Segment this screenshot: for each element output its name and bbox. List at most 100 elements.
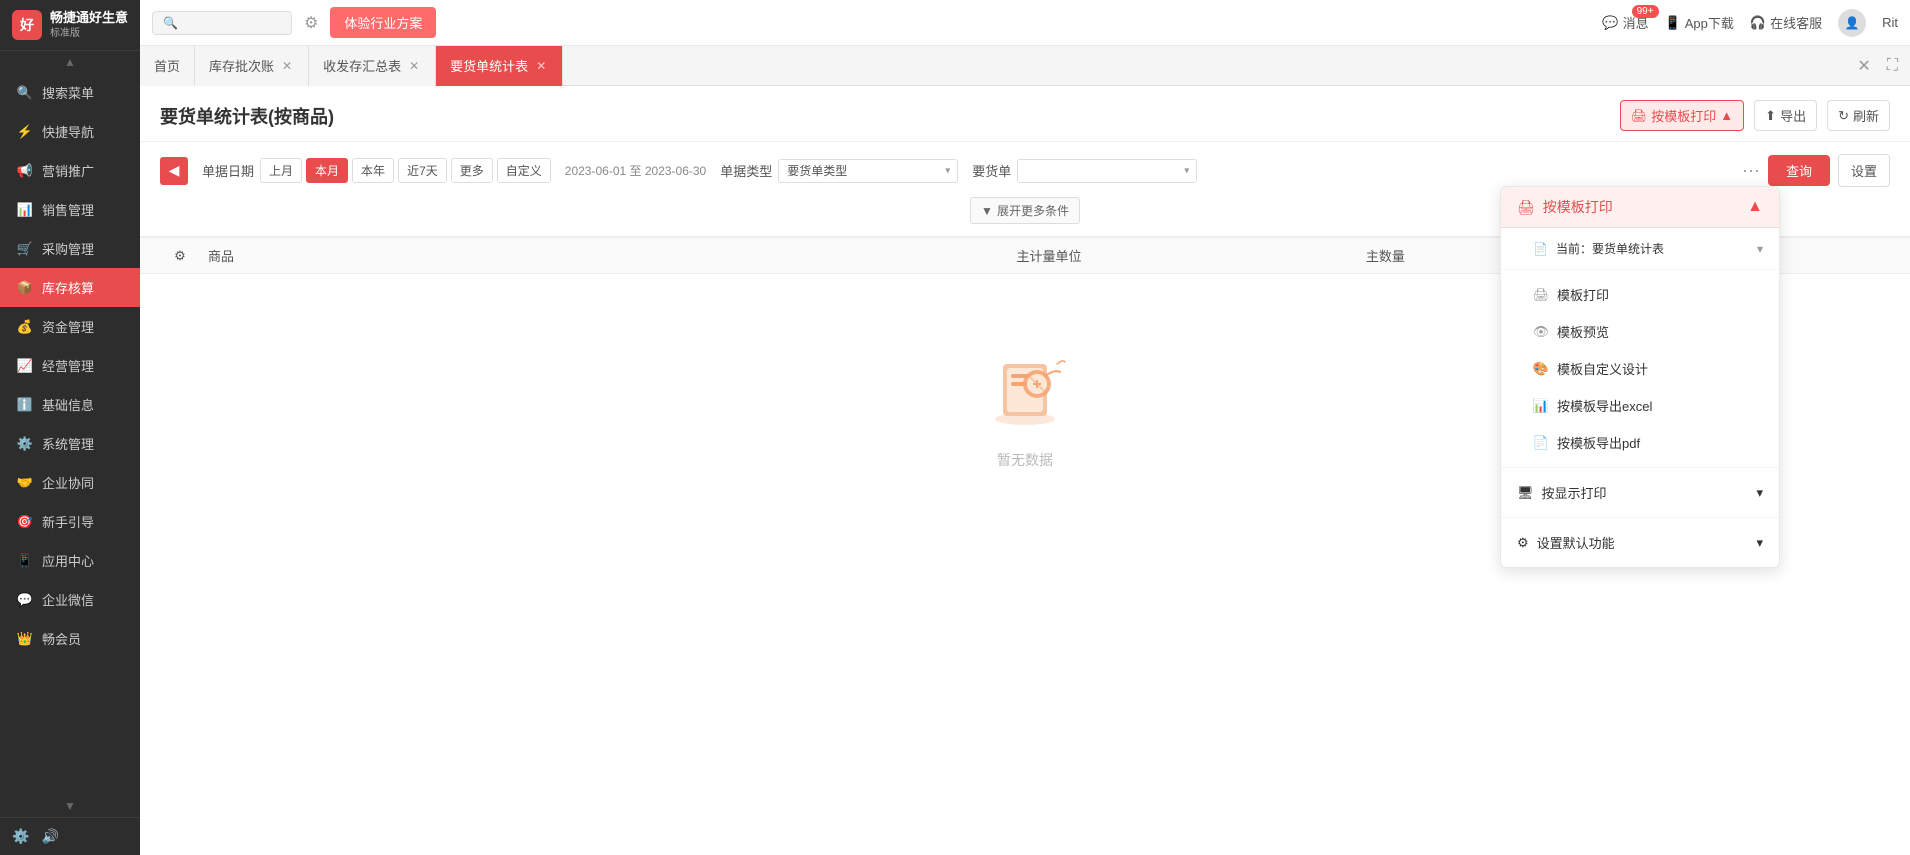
sidebar-item-inventory[interactable]: 📦 库存核算 <box>0 268 140 307</box>
page-title: 要货单统计表(按商品) <box>160 103 334 129</box>
type-select-wrapper: 要货单类型 <box>778 159 958 183</box>
sidebar-item-purchase[interactable]: 🛒 采购管理 <box>0 229 140 268</box>
dropdown-header[interactable]: 🖨 按模板打印 ▲ <box>1501 187 1779 228</box>
print-template-btn[interactable]: 🖨 按模板打印 ▲ <box>1620 100 1744 131</box>
topbar: 🔍 ⚙ 体验行业方案 💬 消息 99+ 📱 App下载 🎧 在线客服 👤 <box>140 0 1910 46</box>
col-settings-icon[interactable]: ⚙ <box>174 248 186 264</box>
tab-collection-close-icon[interactable]: ✕ <box>407 57 421 75</box>
print-dropdown-arrow-icon[interactable]: ▲ <box>1720 108 1733 123</box>
tab-batch-account[interactable]: 库存批次账 ✕ <box>195 46 309 86</box>
user-avatar: 👤 <box>1838 9 1866 37</box>
trial-btn[interactable]: 体验行业方案 <box>330 7 436 38</box>
tabbar: 首页 库存批次账 ✕ 收发存汇总表 ✕ 要货单统计表 ✕ ✕ ⛶ <box>140 46 1910 86</box>
dropdown-current-item[interactable]: 📄 当前：要货单统计表 ▾ <box>1501 234 1779 263</box>
sidebar-item-label: 企业协同 <box>42 473 94 492</box>
query-btn[interactable]: 查询 <box>1768 155 1830 186</box>
sidebar-item-search[interactable]: 🔍 搜索菜单 <box>0 73 140 112</box>
sidebar-item-label: 搜索菜单 <box>42 83 94 102</box>
message-btn[interactable]: 💬 消息 99+ <box>1602 13 1648 32</box>
dropdown-display-header[interactable]: 🖥 按显示打印 ▾ <box>1501 474 1779 511</box>
page-header: 要货单统计表(按商品) 🖨 按模板打印 ▲ ⬆ 导出 ↻ 刷新 <box>140 86 1910 142</box>
filter-row-main: ◀ 单据日期 上月 本月 本年 近7天 更多 自定义 202 <box>160 154 1890 187</box>
sidebar-item-system[interactable]: ⚙️ 系统管理 <box>0 424 140 463</box>
settings-icon[interactable]: ⚙️ <box>12 828 29 845</box>
download-icon: 📱 <box>1665 15 1681 31</box>
template-excel-icon: 📊 <box>1533 398 1549 414</box>
tab-window-close-icon[interactable]: ✕ <box>1853 52 1874 80</box>
dropdown-collapse-icon[interactable]: ▲ <box>1747 198 1763 216</box>
display-print-expand-icon[interactable]: ▾ <box>1756 485 1763 501</box>
topbar-gear-icon[interactable]: ⚙ <box>300 9 322 37</box>
username-text: Rit <box>1882 15 1898 30</box>
topbar-search-box[interactable]: 🔍 <box>152 11 292 35</box>
tab-collection-summary[interactable]: 收发存汇总表 ✕ <box>309 46 436 86</box>
collab-icon: 🤝 <box>16 474 34 492</box>
date-btn-7days[interactable]: 近7天 <box>398 158 447 183</box>
col-product: 商品 <box>200 246 881 265</box>
dropdown-current-expand-icon[interactable]: ▾ <box>1757 242 1763 256</box>
dropdown-default-header[interactable]: ⚙ 设置默认功能 ▾ <box>1501 524 1779 561</box>
sidebar-nav: 🔍 搜索菜单 ⚡ 快捷导航 📢 营销推广 📊 销售管理 🛒 采购管理 📦 库存核… <box>0 73 140 795</box>
speaker-icon[interactable]: 🔊 <box>41 828 58 845</box>
tab-home[interactable]: 首页 <box>140 46 195 86</box>
date-btn-current-month[interactable]: 本月 <box>306 158 348 183</box>
tab-window-expand-icon[interactable]: ⛶ <box>1883 53 1902 79</box>
sidebar-item-label: 经营管理 <box>42 356 94 375</box>
tab-order-close-icon[interactable]: ✕ <box>534 57 548 75</box>
operation-icon: 📈 <box>16 357 34 375</box>
dropdown-item-template-excel[interactable]: 📊 按模板导出excel <box>1501 387 1779 424</box>
sidebar-item-collab[interactable]: 🤝 企业协同 <box>0 463 140 502</box>
sidebar-item-label: 采购管理 <box>42 239 94 258</box>
print-icon: 🖨 <box>1631 108 1648 124</box>
dropdown-item-template-custom[interactable]: 🎨 模板自定义设计 <box>1501 350 1779 387</box>
sidebar-scroll-down[interactable]: ▼ <box>64 799 76 813</box>
sidebar-item-member[interactable]: 👑 畅会员 <box>0 619 140 658</box>
template-excel-label: 按模板导出excel <box>1557 396 1652 415</box>
sidebar-item-quick-nav[interactable]: ⚡ 快捷导航 <box>0 112 140 151</box>
date-btn-more[interactable]: 更多 <box>451 158 493 183</box>
tab-batch-close-icon[interactable]: ✕ <box>280 57 294 75</box>
dropdown-item-template-print[interactable]: 🖨 模板打印 <box>1501 276 1779 313</box>
sidebar-item-app-center[interactable]: 📱 应用中心 <box>0 541 140 580</box>
template-custom-icon: 🎨 <box>1533 361 1549 377</box>
dropdown-item-template-pdf[interactable]: 📄 按模板导出pdf <box>1501 424 1779 461</box>
type-select[interactable]: 要货单类型 <box>778 159 958 183</box>
sidebar-scroll-up[interactable]: ▲ <box>64 55 76 69</box>
filter-toggle-btn[interactable]: ◀ <box>160 157 188 185</box>
purchase-icon: 🛒 <box>16 240 34 258</box>
settings-filter-btn[interactable]: 设置 <box>1838 154 1890 187</box>
sidebar-item-finance[interactable]: 💰 资金管理 <box>0 307 140 346</box>
service-icon: 🎧 <box>1750 15 1766 31</box>
export-btn[interactable]: ⬆ 导出 <box>1754 100 1817 131</box>
app-download-label: App下载 <box>1685 13 1734 32</box>
filter-toggle-icon: ◀ <box>169 162 180 179</box>
tab-order-stats[interactable]: 要货单统计表 ✕ <box>436 46 563 86</box>
filter-more-icon[interactable]: ··· <box>1742 160 1760 181</box>
online-service-label: 在线客服 <box>1770 13 1822 32</box>
date-btn-current-year[interactable]: 本年 <box>352 158 394 183</box>
date-range-display: 2023-06-01 至 2023-06-30 <box>565 162 706 179</box>
user-avatar-btn[interactable]: 👤 <box>1838 9 1866 37</box>
sidebar-bottom: ⚙️ 🔊 <box>0 817 140 855</box>
date-btn-custom[interactable]: 自定义 <box>497 158 551 183</box>
date-btn-prev-month[interactable]: 上月 <box>260 158 302 183</box>
main-area: 🔍 ⚙ 体验行业方案 💬 消息 99+ 📱 App下载 🎧 在线客服 👤 <box>140 0 1910 855</box>
order-select[interactable] <box>1017 159 1197 183</box>
tab-batch-label: 库存批次账 <box>209 56 274 75</box>
dropdown-item-template-preview[interactable]: 👁 模板预览 <box>1501 313 1779 350</box>
filter-type-item: 单据类型 要货单类型 <box>720 159 958 183</box>
sidebar-item-wechat[interactable]: 💬 企业微信 <box>0 580 140 619</box>
message-icon: 💬 <box>1602 15 1618 31</box>
expand-more-btn[interactable]: ▼ 展开更多条件 <box>970 197 1080 224</box>
refresh-btn[interactable]: ↻ 刷新 <box>1827 100 1890 131</box>
sidebar-item-sales[interactable]: 📊 销售管理 <box>0 190 140 229</box>
app-download-btn[interactable]: 📱 App下载 <box>1665 13 1734 32</box>
sidebar-item-basic[interactable]: ℹ️ 基础信息 <box>0 385 140 424</box>
online-service-btn[interactable]: 🎧 在线客服 <box>1750 13 1822 32</box>
col-settings[interactable]: ⚙ <box>160 248 200 264</box>
default-func-expand-icon[interactable]: ▾ <box>1756 535 1763 551</box>
sidebar-item-operation[interactable]: 📈 经营管理 <box>0 346 140 385</box>
sidebar-item-guide[interactable]: 🎯 新手引导 <box>0 502 140 541</box>
sidebar-item-marketing[interactable]: 📢 营销推广 <box>0 151 140 190</box>
dropdown-default-section: ⚙ 设置默认功能 ▾ <box>1501 518 1779 567</box>
